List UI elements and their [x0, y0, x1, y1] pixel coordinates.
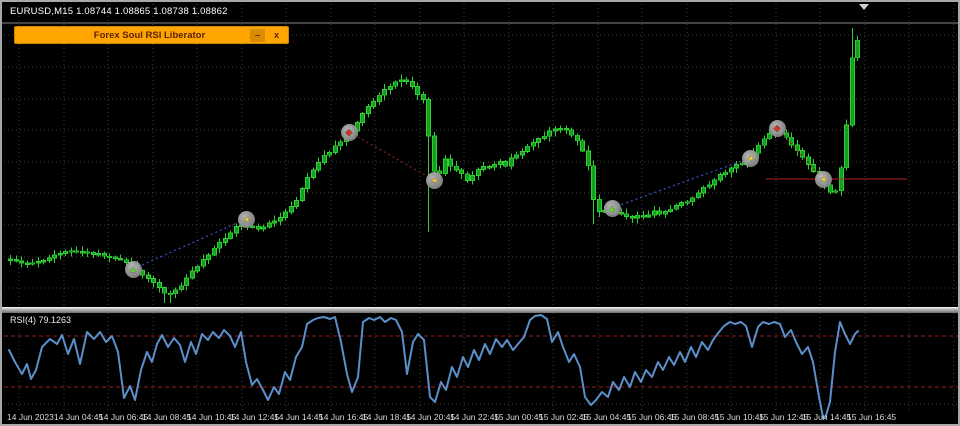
- x-axis-label: 15 Jun 14:45: [802, 412, 852, 422]
- exit-arrow-icon: ◄: [814, 170, 832, 188]
- pane-separator[interactable]: [2, 307, 958, 313]
- minimize-button[interactable]: –: [250, 28, 265, 42]
- ohlc-readout: EURUSD,M15 1.08744 1.08865 1.08738 1.088…: [10, 6, 228, 17]
- x-axis-label: 15 Jun 06:45: [627, 412, 677, 422]
- x-axis-label: 15 Jun 16:45: [847, 412, 897, 422]
- sell-arrow-icon: ◆: [340, 123, 358, 141]
- x-axis-label: 15 Jun 04:45: [582, 412, 632, 422]
- x-axis-label: 14 Jun 10:45: [187, 412, 237, 422]
- exit-arrow-icon: ◄: [741, 149, 759, 167]
- x-axis-label: 15 Jun 08:45: [670, 412, 720, 422]
- x-axis-label: 14 Jun 14:45: [274, 412, 324, 422]
- x-axis-label: 14 Jun 20:45: [406, 412, 456, 422]
- x-axis-label: 14 Jun 04:45: [54, 412, 104, 422]
- mt4-chart-window: EURUSD,M15 1.08744 1.08865 1.08738 1.088…: [0, 0, 960, 426]
- buy-arrow-icon: ▲: [603, 199, 621, 217]
- dialog-title: Forex Soul RSI Liberator: [93, 29, 206, 41]
- x-axis: 14 Jun 2023 14 Jun 04:45 14 Jun 06:45 14 Ju…: [2, 412, 958, 424]
- x-axis-label: 14 Jun 08:45: [142, 412, 192, 422]
- x-axis-label: 15 Jun 10:45: [715, 412, 765, 422]
- exit-arrow-icon: ◄: [237, 210, 255, 228]
- x-axis-label: 14 Jun 18:45: [362, 412, 412, 422]
- sell-arrow-icon: ◆: [768, 119, 786, 137]
- x-axis-label: 15 Jun 00:45: [494, 412, 544, 422]
- rsi-indicator-label: RSI(4) 79.1263: [10, 315, 72, 325]
- x-axis-label: 14 Jun 16:45: [319, 412, 369, 422]
- close-button[interactable]: x: [269, 29, 284, 42]
- indicator-dialog[interactable]: Forex Soul RSI Liberator – x: [14, 26, 289, 44]
- x-axis-label: 15 Jun 12:45: [759, 412, 809, 422]
- x-axis-label: 14 Jun 22:45: [450, 412, 500, 422]
- chart-canvas[interactable]: [2, 2, 958, 424]
- x-axis-label: 14 Jun 06:45: [99, 412, 149, 422]
- chart-shift-handle[interactable]: [859, 4, 869, 10]
- x-axis-label: 15 Jun 02:45: [539, 412, 589, 422]
- buy-arrow-icon: ▲: [124, 260, 142, 278]
- x-axis-label: 14 Jun 2023: [7, 412, 54, 422]
- x-axis-label: 14 Jun 12:45: [230, 412, 280, 422]
- exit-arrow-icon: ◄: [425, 171, 443, 189]
